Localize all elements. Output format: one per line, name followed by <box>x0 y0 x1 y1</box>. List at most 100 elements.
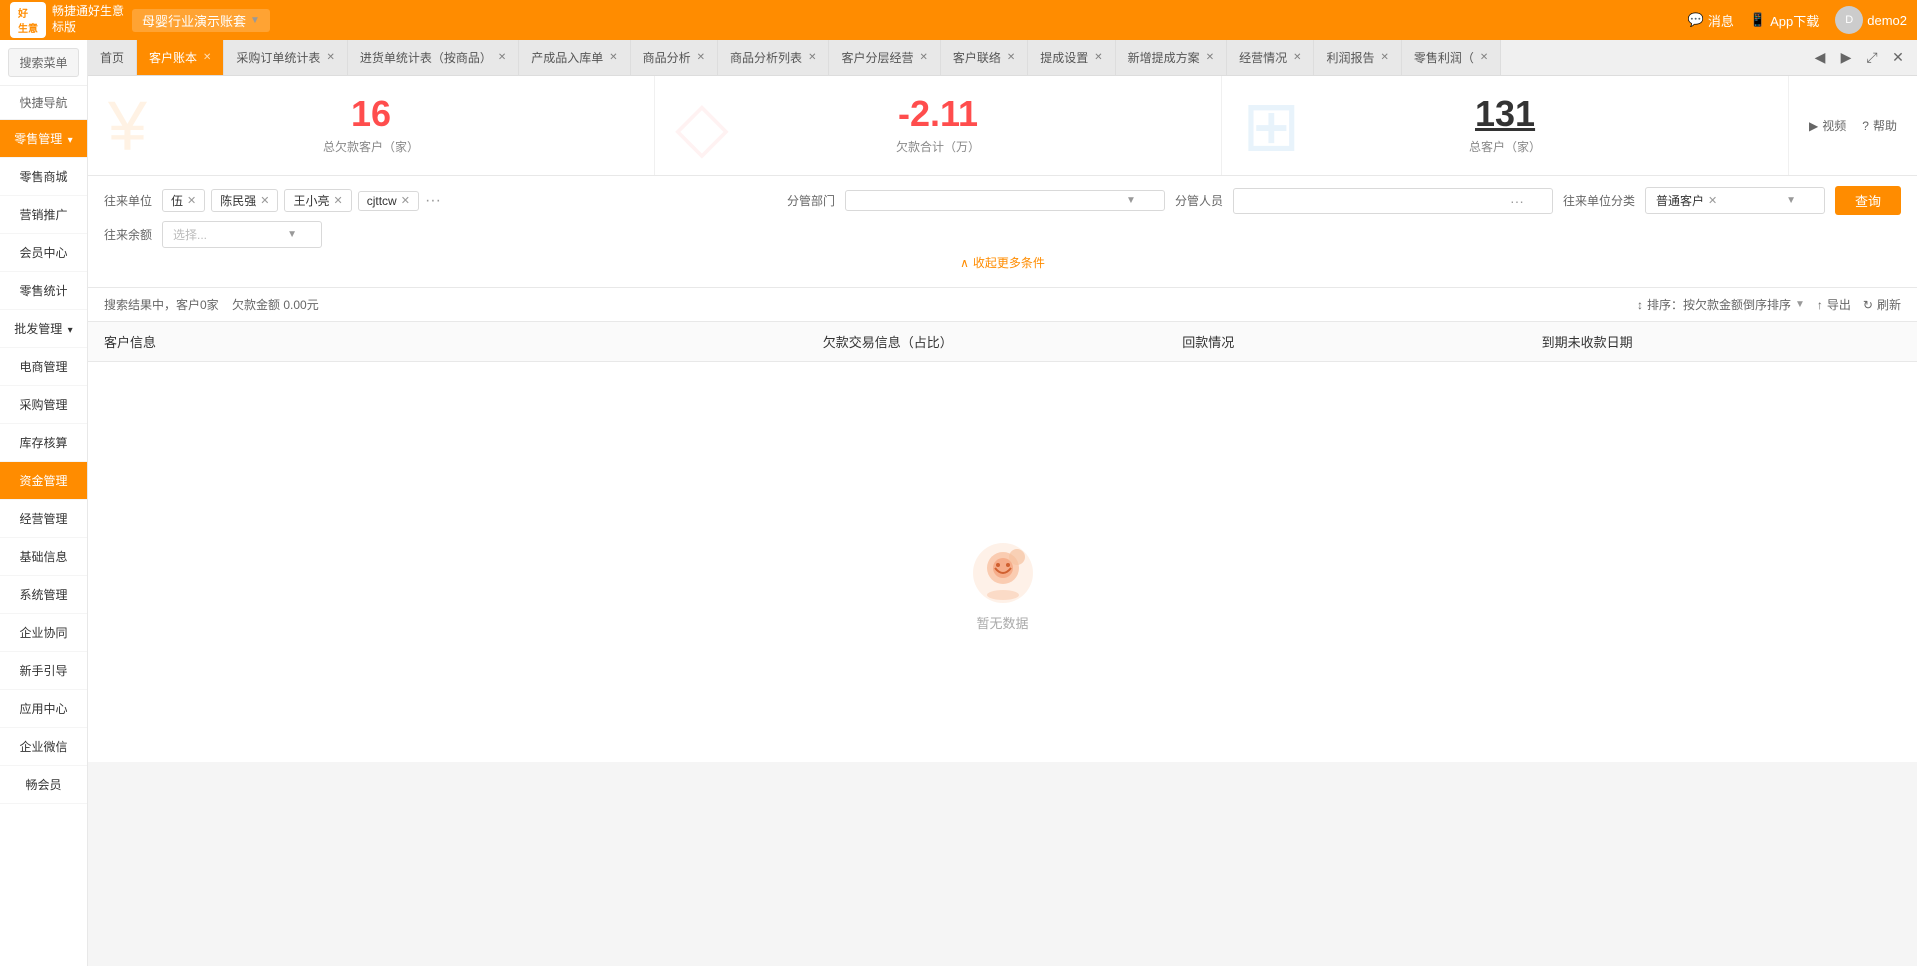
stat-total-customers-label: 总客户（家） <box>1469 138 1541 155</box>
tab-close-6[interactable]: ✕ <box>808 52 816 63</box>
results-bar: 搜索结果中，客户0家 欠款金额 0.00元 ↕ 排序：按欠款金额倒序排序 ▼ ↑… <box>88 288 1917 322</box>
balance-filter-select[interactable]: 选择... ▼ <box>162 221 322 248</box>
data-table: 客户信息 欠款交易信息（占比） 回款情况 到期未收款日期 <box>88 322 1917 762</box>
filter-tags-container: 伍 ✕ 陈民强 ✕ 王小亮 ✕ <box>162 189 777 212</box>
tab-add-commission-plan[interactable]: 新增提成方案 ✕ <box>1116 40 1227 76</box>
sidebar-item-ecommerce[interactable]: 电商管理 <box>0 348 87 386</box>
dept-filter-label: 分管部门 <box>787 192 835 209</box>
tab-retail-profit[interactable]: 零售利润（ ✕ <box>1402 40 1501 76</box>
tab-close-customer-ledger[interactable]: ✕ <box>203 52 211 63</box>
video-help-button[interactable]: ▶ 视频 <box>1809 117 1846 134</box>
more-tags-button[interactable]: ··· <box>425 192 441 210</box>
message-button[interactable]: 💬 消息 <box>1688 11 1734 30</box>
filter-tag-2: 陈民强 ✕ <box>211 189 278 212</box>
store-select[interactable]: 母婴行业演示账套 ▼ <box>132 9 270 32</box>
tab-scroll-left-button[interactable]: ◀ <box>1809 47 1831 69</box>
tab-customer-contact[interactable]: 客户联络 ✕ <box>941 40 1028 76</box>
tab-close-5[interactable]: ✕ <box>697 52 705 63</box>
stat-debt-customers: ¥ 16 总欠款客户（家） <box>88 76 655 175</box>
sidebar-item-retail-mgmt[interactable]: 零售管理 ▾ <box>0 120 87 158</box>
sidebar-item-retail-stats[interactable]: 零售统计 <box>0 272 87 310</box>
remove-tag-4-button[interactable]: ✕ <box>401 194 410 207</box>
tab-close-8[interactable]: ✕ <box>1007 52 1015 63</box>
dept-chevron-icon: ▼ <box>1126 195 1136 206</box>
tab-close-2[interactable]: ✕ <box>326 52 334 63</box>
tab-customer-segment[interactable]: 客户分层经营 ✕ <box>829 40 940 76</box>
filter-row-2: 往来余额 选择... ▼ <box>104 221 1901 248</box>
user-profile-button[interactable]: D demo2 <box>1835 6 1907 34</box>
tab-purchase-stats-by-product[interactable]: 进货单统计表（按商品） ✕ <box>348 40 519 76</box>
collapse-filters-button[interactable]: ∧ 收起更多条件 <box>104 248 1901 277</box>
empty-text: 暂无数据 <box>976 613 1028 632</box>
tab-expand-button[interactable]: ⤢ <box>1861 47 1883 69</box>
sidebar-item-new-guide[interactable]: 新手引导 <box>0 652 87 690</box>
sidebar-item-marketing[interactable]: 营销推广 <box>0 196 87 234</box>
sidebar-item-vip-member[interactable]: 畅会员 <box>0 766 87 804</box>
sidebar-item-app-center[interactable]: 应用中心 <box>0 690 87 728</box>
filter-tag-3: 王小亮 ✕ <box>284 189 351 212</box>
remove-tag-3-button[interactable]: ✕ <box>334 194 343 207</box>
tab-customer-ledger[interactable]: 客户账本 ✕ <box>137 40 224 76</box>
sidebar-item-finance[interactable]: 资金管理 <box>0 462 87 500</box>
unit-type-filter-input[interactable]: 普通客户 ✕ ▼ <box>1645 187 1825 214</box>
app-download-button[interactable]: 📱 App下载 <box>1750 11 1819 30</box>
unit-type-chevron-icon: ▼ <box>1786 195 1796 206</box>
tab-commission-settings[interactable]: 提成设置 ✕ <box>1028 40 1115 76</box>
sidebar-item-enterprise-wx[interactable]: 企业微信 <box>0 728 87 766</box>
dept-filter-input[interactable]: ▼ <box>845 190 1165 211</box>
export-button[interactable]: ↑ 导出 <box>1817 296 1851 313</box>
remove-tag-1-button[interactable]: ✕ <box>187 194 196 207</box>
tab-purchase-order-stats[interactable]: 采购订单统计表 ✕ <box>224 40 347 76</box>
stat-bg-diamond-icon: ◇ <box>675 85 729 167</box>
sidebar-item-wholesale-mgmt[interactable]: 批发管理 ▾ <box>0 310 87 348</box>
stat-debt-total-value: -2.11 <box>898 96 978 132</box>
help-button[interactable]: ? 帮助 <box>1862 117 1897 134</box>
tab-home[interactable]: 首页 <box>88 40 137 76</box>
remove-tag-2-button[interactable]: ✕ <box>260 194 269 207</box>
store-chevron-icon: ▼ <box>250 15 260 26</box>
tab-close-4[interactable]: ✕ <box>609 52 617 63</box>
tab-product-analysis[interactable]: 商品分析 ✕ <box>631 40 718 76</box>
empty-illustration-svg <box>963 533 1043 613</box>
stat-bg-building-icon: ⊞ <box>1242 85 1301 167</box>
tab-close-3[interactable]: ✕ <box>498 52 506 63</box>
person-filter-label: 分管人员 <box>1175 192 1223 209</box>
sidebar-item-sys-mgmt[interactable]: 系统管理 <box>0 576 87 614</box>
query-button[interactable]: 查询 <box>1835 186 1901 215</box>
top-bar-right: 💬 消息 📱 App下载 D demo2 <box>1688 6 1907 34</box>
refresh-button[interactable]: ↻ 刷新 <box>1863 296 1901 313</box>
sidebar-item-retail-mall[interactable]: 零售商城 <box>0 158 87 196</box>
tab-close-12[interactable]: ✕ <box>1381 52 1389 63</box>
tab-close-13[interactable]: ✕ <box>1480 52 1488 63</box>
remove-unit-type-tag-button[interactable]: ✕ <box>1708 194 1717 207</box>
tab-product-analysis-list[interactable]: 商品分析列表 ✕ <box>718 40 829 76</box>
tab-close-all-button[interactable]: ✕ <box>1887 47 1909 69</box>
tab-close-7[interactable]: ✕ <box>919 52 927 63</box>
tab-operations-overview[interactable]: 经营情况 ✕ <box>1227 40 1314 76</box>
tab-product-inbound[interactable]: 产成品入库单 ✕ <box>519 40 630 76</box>
tab-close-11[interactable]: ✕ <box>1293 52 1301 63</box>
sidebar-item-ops-mgmt[interactable]: 经营管理 <box>0 500 87 538</box>
page-content: ¥ 16 总欠款客户（家） ◇ -2.11 欠款合计（万） ⊞ 131 总客户（… <box>88 76 1917 966</box>
sidebar-item-member-center[interactable]: 会员中心 <box>0 234 87 272</box>
tab-close-10[interactable]: ✕ <box>1206 52 1214 63</box>
sidebar-item-inventory[interactable]: 库存核算 <box>0 424 87 462</box>
quick-nav-button[interactable]: 快捷导航 <box>0 86 87 120</box>
search-menu-button[interactable]: 搜索菜单 <box>8 48 79 77</box>
sidebar: 搜索菜单 快捷导航 零售管理 ▾ 零售商城 营销推广 会员中心 零售统计 批发管… <box>0 40 88 966</box>
refresh-icon: ↻ <box>1863 298 1873 312</box>
col-payment-status: 回款情况 <box>1182 332 1541 351</box>
sidebar-item-enterprise[interactable]: 企业协同 <box>0 614 87 652</box>
stat-right-actions: ▶ 视频 ? 帮助 <box>1789 76 1917 175</box>
sidebar-item-purchase-mgmt[interactable]: 采购管理 <box>0 386 87 424</box>
table-header: 客户信息 欠款交易信息（占比） 回款情况 到期未收款日期 <box>88 322 1917 362</box>
person-filter-input[interactable]: ··· <box>1233 188 1553 214</box>
tab-profit-report[interactable]: 利润报告 ✕ <box>1314 40 1401 76</box>
balance-chevron-icon: ▼ <box>287 229 297 240</box>
tab-close-9[interactable]: ✕ <box>1094 52 1102 63</box>
sidebar-item-basic-info[interactable]: 基础信息 <box>0 538 87 576</box>
tab-scroll-right-button[interactable]: ▶ <box>1835 47 1857 69</box>
sort-select[interactable]: ↕ 排序：按欠款金额倒序排序 ▼ <box>1637 296 1805 313</box>
col-customer-info: 客户信息 <box>104 332 823 351</box>
export-icon: ↑ <box>1817 298 1823 312</box>
